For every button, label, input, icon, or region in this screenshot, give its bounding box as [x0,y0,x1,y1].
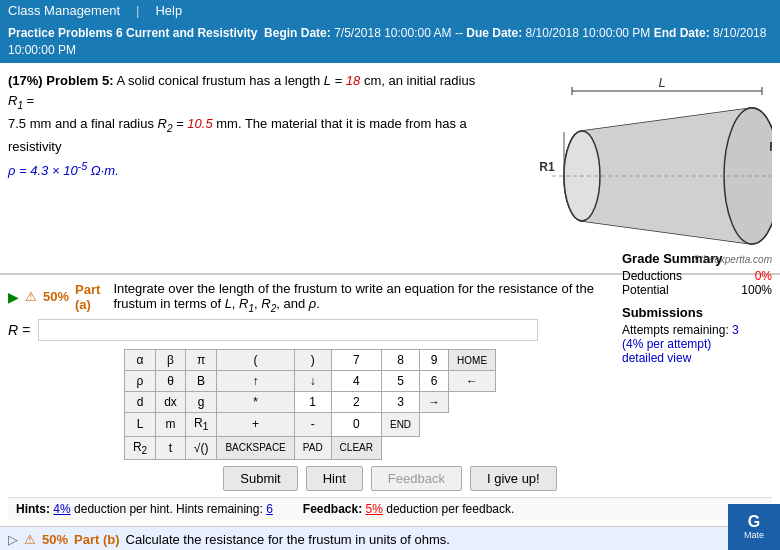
key-6[interactable]: 6 [420,371,449,392]
keyboard-area: α β π ( ) 7 8 9 HOME ρ θ B ↑ ↓ 4 [8,349,612,460]
part-header: ▶ ⚠ 50% Part (a) Integrate over the leng… [8,281,612,314]
attempts-value: 3 [732,323,739,337]
key-pi[interactable]: π [185,350,217,371]
key-t[interactable]: t [156,436,186,459]
part-b-percent: 50% [42,532,68,547]
give-up-button[interactable]: I give up! [470,466,557,491]
answer-label: R = [8,322,30,338]
part-b-instruction: Calculate the resistance for the frustum… [126,532,450,547]
deductions-value: 0% [755,269,772,283]
floating-chat-button[interactable]: G Mate [728,504,780,550]
key-dx[interactable]: dx [156,392,186,413]
key-home[interactable]: HOME [449,350,496,371]
key-d[interactable]: d [124,392,155,413]
svg-text:L: L [658,75,665,90]
menu-class-management[interactable]: Class Management [8,3,120,18]
svg-text:R2: R2 [769,140,772,154]
hints-label: Hints: [16,502,50,516]
key-g[interactable]: g [185,392,217,413]
hint-deduction: 4% [53,502,70,516]
submissions-title: Submissions [622,305,772,320]
part-a-percent: 50% [43,289,69,304]
part-a-instruction: Integrate over the length of the frustum… [113,281,612,314]
hints-remaining: 6 [266,502,273,516]
buttons-row: Submit Hint Feedback I give up! [8,466,772,491]
problem-percent: (17%) Problem 5: [8,73,113,88]
key-theta[interactable]: θ [156,371,186,392]
key-alpha[interactable]: α [124,350,155,371]
header-title: Practice Problems 6 Current and Resistiv… [8,26,766,57]
hints-row: Hints: 4% deduction per hint. Hints rema… [8,497,772,520]
part-arrow-icon: ▶ [8,289,19,305]
floating-g-icon: G [748,514,760,530]
answer-row: R = [8,319,612,341]
attempts-label: Attempts remaining: [622,323,729,337]
menubar: Class Management | Help [0,0,780,21]
key-8[interactable]: 8 [381,350,419,371]
key-close-paren[interactable]: ) [294,350,331,371]
copyright-text: ©theexpertta.com [492,254,772,265]
detailed-view-link[interactable]: detailed view [622,351,772,365]
math-keyboard: α β π ( ) 7 8 9 HOME ρ θ B ↑ ↓ 4 [124,349,496,460]
feedback-button[interactable]: Feedback [371,466,462,491]
part-section: Grade Summary Deductions 0% Potential 10… [0,274,780,526]
key-backspace-arrow[interactable]: ← [449,371,496,392]
hint-deduction-text: deduction per hint. Hints remaining: [74,502,266,516]
deductions-label: Deductions [622,269,682,283]
per-attempt-text: (4% per attempt) [622,337,772,351]
key-9[interactable]: 9 [420,350,449,371]
key-B[interactable]: B [185,371,217,392]
menu-help[interactable]: Help [155,3,182,18]
key-R2[interactable]: R2 [124,436,155,459]
key-open-paren[interactable]: ( [217,350,294,371]
problem-header: Practice Problems 6 Current and Resistiv… [0,21,780,63]
key-5[interactable]: 5 [381,371,419,392]
feedback-deduction: 5% [366,502,383,516]
key-backspace[interactable]: BACKSPACE [217,436,294,459]
submit-button[interactable]: Submit [223,466,297,491]
key-2[interactable]: 2 [331,392,381,413]
key-3[interactable]: 3 [381,392,419,413]
part-b-warning-icon: ⚠ [24,532,36,547]
key-7[interactable]: 7 [331,350,381,371]
feedback-text: deduction per feedback. [386,502,514,516]
key-pad[interactable]: PAD [294,436,331,459]
key-beta[interactable]: β [156,350,186,371]
problem-text: (17%) Problem 5: A solid conical frustum… [8,71,492,265]
grade-summary: Grade Summary Deductions 0% Potential 10… [622,251,772,365]
key-R1[interactable]: R1 [185,413,217,436]
warning-icon: ⚠ [25,289,37,304]
part-b: ▷ ⚠ 50% Part (b) Calculate the resistanc… [0,526,780,550]
key-m[interactable]: m [156,413,186,436]
key-plus[interactable]: + [217,413,294,436]
key-end[interactable]: END [381,413,419,436]
feedback-label: Feedback: [303,502,362,516]
svg-text:R1: R1 [539,160,555,174]
key-0[interactable]: 0 [331,413,381,436]
key-up[interactable]: ↑ [217,371,294,392]
key-minus[interactable]: - [294,413,331,436]
part-a-label: Part (a) [75,282,107,312]
part-b-arrow-icon: ▷ [8,532,18,547]
key-rho[interactable]: ρ [124,371,155,392]
part-b-label: Part (b) [74,532,120,547]
key-multiply[interactable]: * [217,392,294,413]
floating-label: Mate [744,530,764,541]
key-1[interactable]: 1 [294,392,331,413]
potential-label: Potential [622,283,669,297]
key-clear[interactable]: CLEAR [331,436,381,459]
key-L[interactable]: L [124,413,155,436]
key-4[interactable]: 4 [331,371,381,392]
key-sqrt[interactable]: √() [185,436,217,459]
key-down[interactable]: ↓ [294,371,331,392]
main-content: (17%) Problem 5: A solid conical frustum… [0,63,780,274]
diagram: L R1 R2 [492,71,772,265]
key-right-arrow[interactable]: → [420,392,449,413]
potential-value: 100% [741,283,772,297]
answer-input[interactable] [38,319,538,341]
hint-button[interactable]: Hint [306,466,363,491]
